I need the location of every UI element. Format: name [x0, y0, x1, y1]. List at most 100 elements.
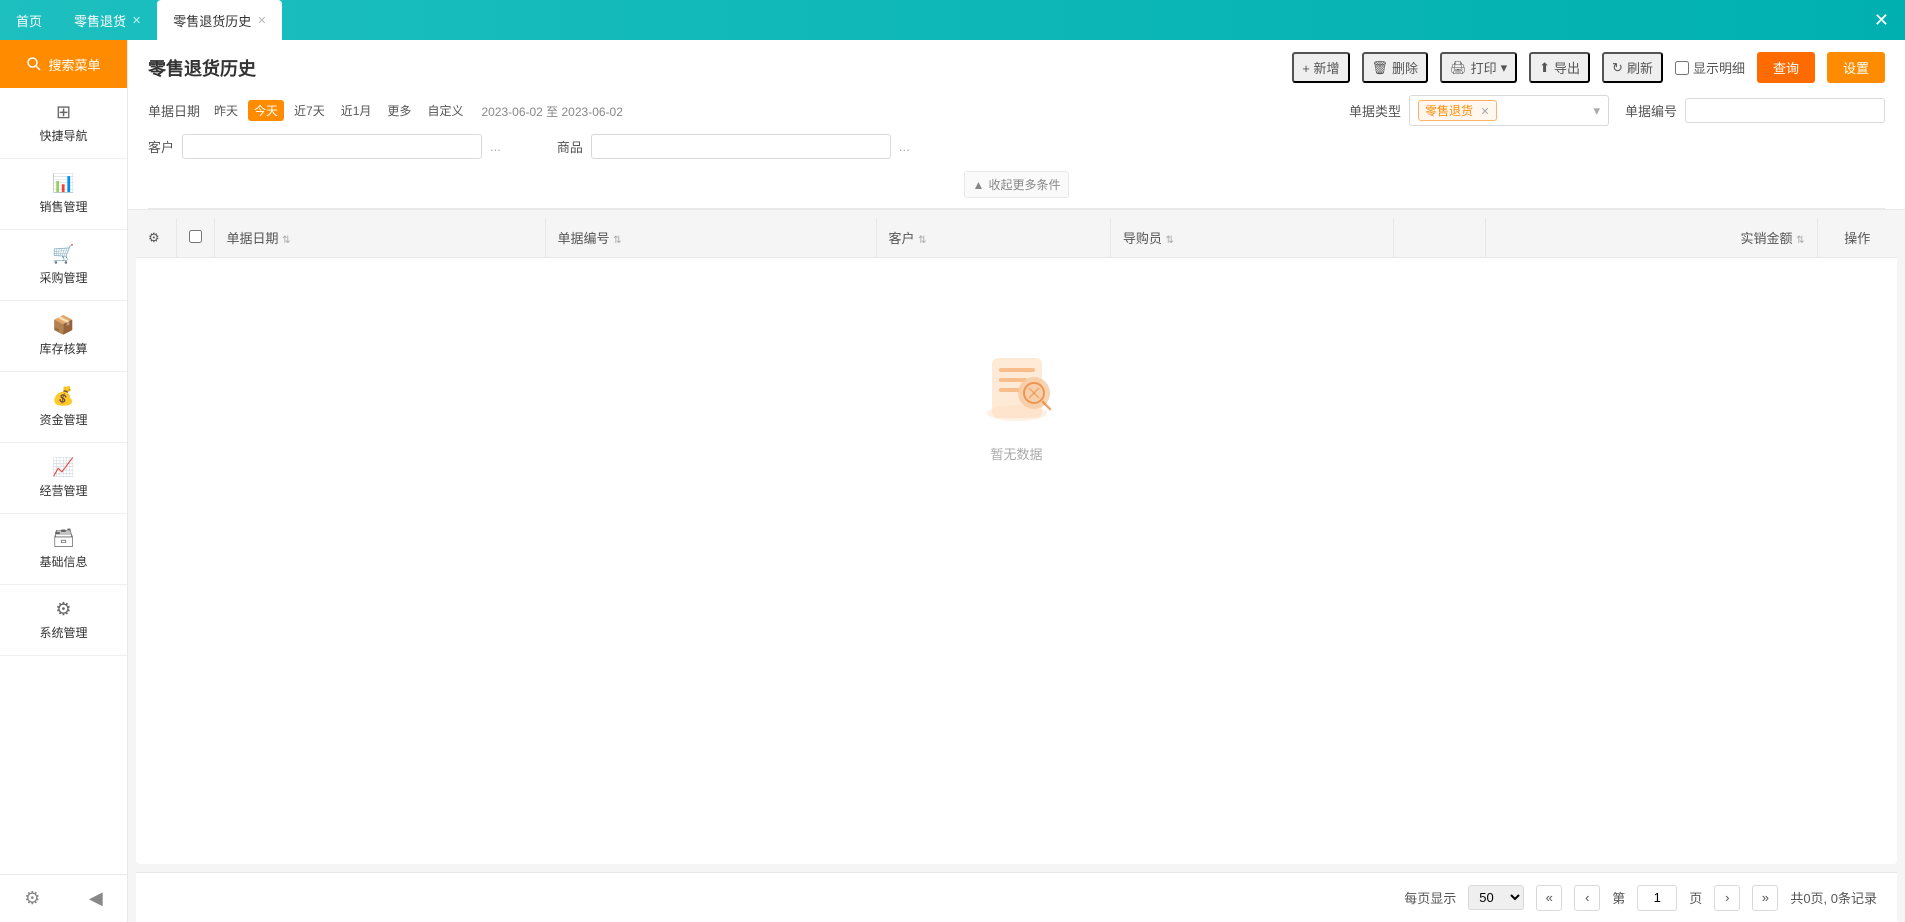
voucher-no-filter: 单据编号 [1625, 98, 1885, 123]
purchase-icon: 🛒 [52, 244, 74, 265]
system-icon: ⚙ [55, 599, 71, 620]
type-filter: 单据类型 零售退货 ✕ ▾ [1349, 95, 1609, 126]
date-yesterday[interactable]: 昨天 [208, 100, 244, 121]
delete-icon: 🗑 [1372, 60, 1389, 76]
sidebar-item-finance[interactable]: 💰 资金管理 [0, 372, 127, 443]
sidebar-item-quick-nav[interactable]: ⊞ 快捷导航 [0, 88, 127, 159]
customer-input[interactable] [182, 134, 482, 159]
table-header-row: ⚙ 单据日期 单据编号 客户 导购员 [136, 218, 1897, 258]
type-select[interactable]: 零售退货 ✕ ▾ [1409, 95, 1609, 126]
customer-ellipsis[interactable]: ... [490, 139, 501, 154]
sidebar-search-button[interactable]: 搜索菜单 [0, 40, 127, 88]
per-page-select[interactable]: 20 50 100 [1468, 885, 1524, 910]
pagination-bar: 每页显示 20 50 100 « ‹ 第 页 › » 共0页, 0条记录 [136, 872, 1897, 922]
export-button[interactable]: ⬆ 导出 [1529, 52, 1590, 83]
finance-icon: 💰 [52, 386, 74, 407]
date-shortcuts: 昨天 今天 近7天 近1月 更多 自定义 [208, 100, 469, 121]
page-title: 零售退货历史 [148, 55, 256, 81]
window-close-button[interactable]: ✕ [1858, 10, 1905, 31]
date-range-text: 2023-06-02 至 2023-06-02 [481, 103, 622, 120]
filter-area: 单据日期 昨天 今天 近7天 近1月 更多 自定义 2023-06-02 至 2… [148, 95, 1885, 209]
th-date[interactable]: 单据日期 [214, 218, 545, 258]
voucher-no-input[interactable] [1685, 98, 1885, 123]
header-actions: + 新增 🗑 删除 🖨 打印 ▾ ⬆ 导出 [1292, 52, 1885, 83]
type-select-arrow: ▾ [1593, 103, 1600, 119]
search-icon [26, 56, 42, 72]
tab-bar: 首页 零售退货 ✕ 零售退货历史 ✕ [0, 0, 1858, 40]
next-page-button[interactable]: › [1714, 885, 1740, 911]
th-checkbox[interactable] [176, 218, 214, 258]
collapse-button[interactable]: ▲ 收起更多条件 [964, 171, 1070, 198]
collapse-sidebar-icon[interactable]: ◀ [89, 888, 103, 909]
type-tag-close[interactable]: ✕ [1480, 106, 1489, 118]
print-button[interactable]: 🖨 打印 ▾ [1440, 52, 1517, 83]
select-all-checkbox[interactable] [189, 230, 202, 243]
th-spacer [1393, 218, 1486, 258]
customer-filter: 客户 ... [148, 134, 501, 159]
top-bar: 首页 零售退货 ✕ 零售退货历史 ✕ ✕ [0, 0, 1905, 40]
date-7days[interactable]: 近7天 [288, 100, 331, 121]
show-detail-label: 显示明细 [1675, 58, 1745, 77]
tab-retail-return-history-close[interactable]: ✕ [257, 14, 266, 27]
inventory-icon: 📦 [52, 315, 74, 336]
content-area: 零售退货历史 + 新增 🗑 删除 🖨 打印 ▾ ⬆ [128, 40, 1905, 922]
th-voucher-no[interactable]: 单据编号 [545, 218, 876, 258]
sidebar-item-inventory[interactable]: 📦 库存核算 [0, 301, 127, 372]
th-amount[interactable]: 实销金额 [1486, 218, 1817, 258]
table-empty-row: 暂无数据 [136, 258, 1897, 544]
show-detail-checkbox[interactable] [1675, 61, 1689, 75]
type-tag: 零售退货 ✕ [1418, 100, 1497, 121]
delete-button[interactable]: 🗑 删除 [1362, 52, 1429, 83]
operations-icon: 📈 [52, 457, 74, 478]
sidebar-nav: ⊞ 快捷导航 📊 销售管理 🛒 采购管理 📦 库存核算 💰 资金管理 📈 [0, 88, 127, 874]
collapse-icon: ▲ [973, 178, 985, 192]
goods-ellipsis[interactable]: ... [899, 139, 910, 154]
query-button[interactable]: 查询 [1757, 52, 1815, 83]
basic-info-icon: 🗃 [52, 528, 75, 549]
page-header: 零售退货历史 + 新增 🗑 删除 🖨 打印 ▾ ⬆ [128, 40, 1905, 210]
export-icon: ⬆ [1539, 60, 1550, 76]
th-operations: 操作 [1817, 218, 1897, 258]
goods-filter: 商品 ... [557, 134, 910, 159]
data-table: ⚙ 单据日期 单据编号 客户 导购员 [136, 218, 1897, 543]
date-more[interactable]: 更多 [381, 100, 417, 121]
page-number-input[interactable] [1637, 885, 1677, 911]
sidebar-bottom: ⚙ ◀ [0, 874, 127, 922]
add-button[interactable]: + 新增 [1292, 52, 1349, 83]
date-today[interactable]: 今天 [248, 100, 284, 121]
print-icon: 🖨 [1450, 60, 1467, 76]
empty-text: 暂无数据 [990, 444, 1042, 463]
last-page-button[interactable]: » [1752, 885, 1778, 911]
sidebar-item-purchase[interactable]: 🛒 采购管理 [0, 230, 127, 301]
tab-retail-return[interactable]: 零售退货 ✕ [58, 0, 157, 40]
date-1month[interactable]: 近1月 [335, 100, 378, 121]
empty-icon [972, 338, 1062, 428]
refresh-icon: ↻ [1612, 60, 1623, 76]
first-page-button[interactable]: « [1536, 885, 1562, 911]
table-body: 暂无数据 [136, 258, 1897, 544]
th-customer[interactable]: 客户 [876, 218, 1110, 258]
tab-retail-return-history[interactable]: 零售退货历史 ✕ [157, 0, 282, 40]
empty-state: 暂无数据 [136, 258, 1897, 543]
th-settings[interactable]: ⚙ [136, 218, 176, 258]
sidebar-item-operations[interactable]: 📈 经营管理 [0, 443, 127, 514]
sidebar: 搜索菜单 ⊞ 快捷导航 📊 销售管理 🛒 采购管理 📦 库存核算 💰 资金管理 [0, 40, 128, 922]
table-container: ⚙ 单据日期 单据编号 客户 导购员 [136, 218, 1897, 864]
settings-bottom-icon[interactable]: ⚙ [24, 888, 40, 909]
th-guide[interactable]: 导购员 [1110, 218, 1393, 258]
settings-button[interactable]: 设置 [1827, 52, 1885, 83]
date-custom[interactable]: 自定义 [421, 100, 469, 121]
print-dropdown-icon: ▾ [1501, 60, 1508, 76]
sidebar-item-sales[interactable]: 📊 销售管理 [0, 159, 127, 230]
main-layout: 搜索菜单 ⊞ 快捷导航 📊 销售管理 🛒 采购管理 📦 库存核算 💰 资金管理 [0, 40, 1905, 922]
refresh-button[interactable]: ↻ 刷新 [1602, 52, 1663, 83]
prev-page-button[interactable]: ‹ [1574, 885, 1600, 911]
sidebar-item-basic-info[interactable]: 🗃 基础信息 [0, 514, 127, 585]
tab-home[interactable]: 首页 [0, 0, 58, 40]
quick-nav-icon: ⊞ [56, 102, 71, 123]
goods-input[interactable] [591, 134, 891, 159]
tab-retail-return-close[interactable]: ✕ [132, 14, 141, 27]
sidebar-item-system[interactable]: ⚙ 系统管理 [0, 585, 127, 656]
sales-icon: 📊 [52, 173, 74, 194]
date-filter: 单据日期 昨天 今天 近7天 近1月 更多 自定义 2023-06-02 至 2… [148, 100, 623, 121]
